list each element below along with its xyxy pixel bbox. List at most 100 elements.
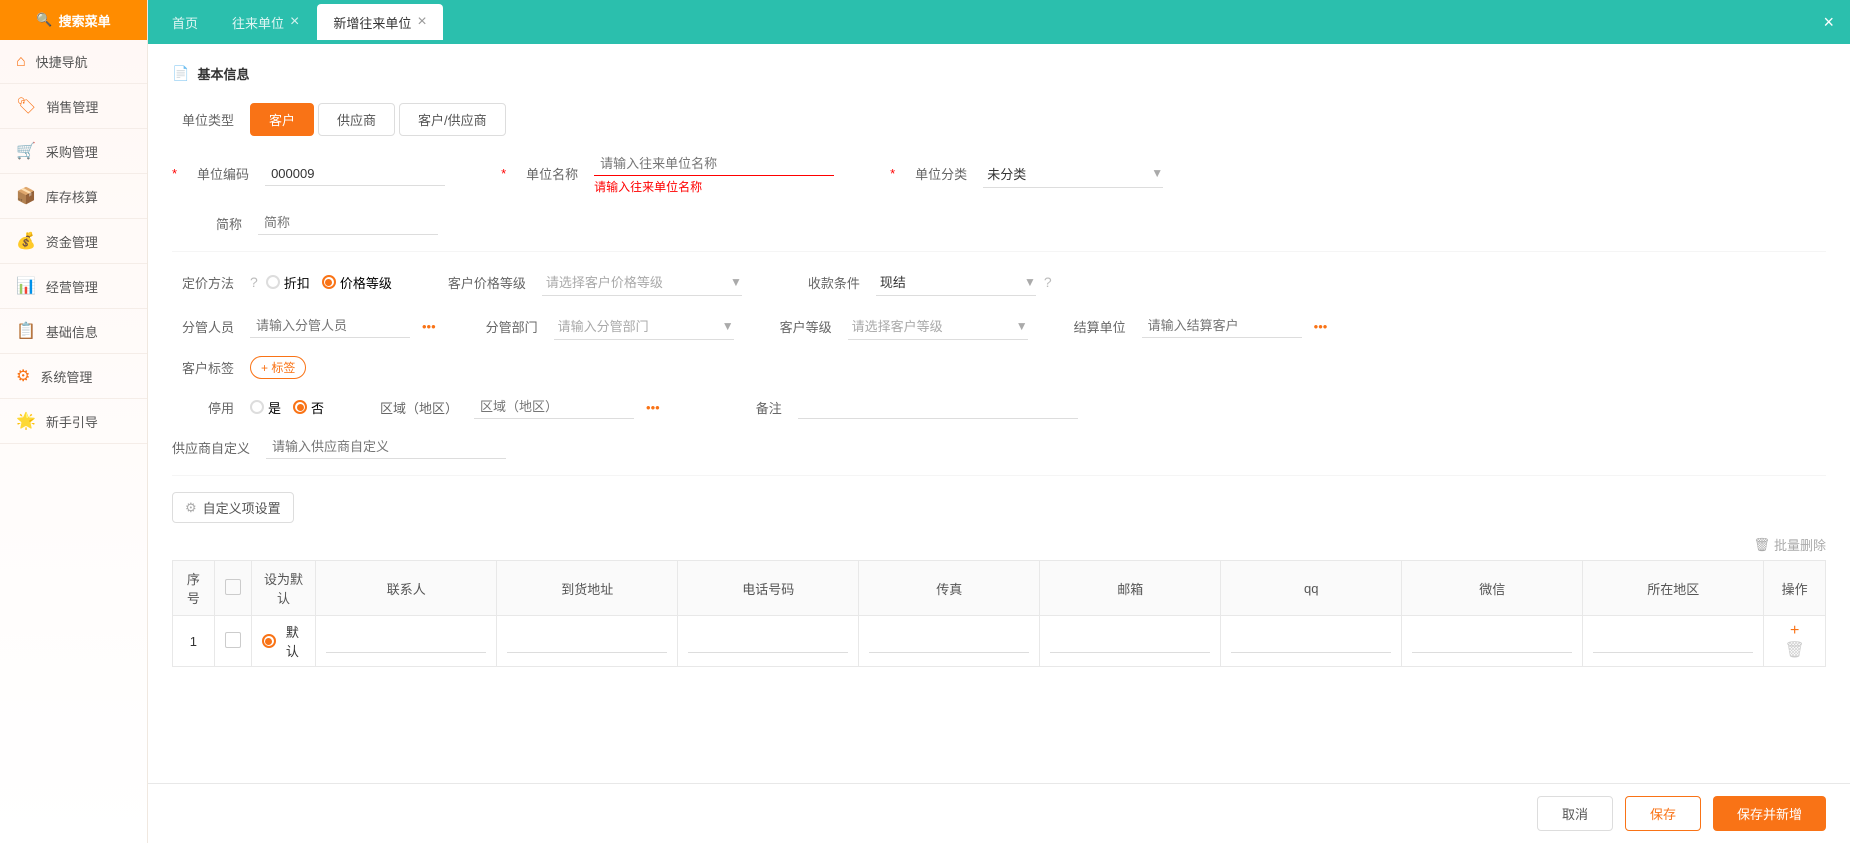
pricing-row: 定价方法 ? 折扣 价格等级 客户价格等级 请选择客户价格等级 ▼ 收款条件 [172,268,1826,296]
custom-settings-button[interactable]: ⚙ 自定义项设置 [172,492,294,523]
radio-no[interactable]: 否 [293,398,324,417]
sidebar-search[interactable]: 🔍 搜索菜单 [0,0,147,40]
radio-yes[interactable]: 是 [250,398,281,417]
customer-price-level-label: 客户价格等级 [448,273,534,292]
row-contact-input[interactable] [326,629,486,653]
sidebar-item-basic-info[interactable]: 📋 基础信息 [0,309,147,354]
finance-icon: 💰 [16,231,36,251]
add-tag-button[interactable]: + 标签 [250,356,306,379]
btn-customer[interactable]: 客户 [250,103,314,136]
tabs-bar: 首页 往来单位 × 新增往来单位 × × [148,0,1850,44]
row-email-input[interactable] [1050,629,1210,653]
payment-terms-select[interactable]: 现结 ▼ [876,268,1036,296]
settlement-label: 结算单位 [1064,317,1134,336]
unit-category-label: 单位分类 [905,164,975,183]
row-no: 1 [173,616,215,667]
row-fax[interactable] [859,616,1040,667]
sidebar-item-sales[interactable]: 🏷 销售管理 [0,84,147,129]
tabs-close-all[interactable]: × [1815,8,1842,37]
unit-category-select[interactable]: 未分类 ▼ [983,160,1163,188]
payment-help-icon[interactable]: ? [1044,274,1052,290]
radio-no-circle [293,400,307,414]
radio-yes-circle [250,400,264,414]
th-checkbox[interactable] [214,561,251,616]
row-wechat-input[interactable] [1412,629,1572,653]
basic-info-icon: 📋 [16,321,36,341]
btn-both[interactable]: 客户/供应商 [399,103,506,136]
tab-home[interactable]: 首页 [156,4,214,40]
region-input[interactable] [474,395,634,419]
sidebar-item-finance[interactable]: 💰 资金管理 [0,219,147,264]
row-address[interactable] [497,616,678,667]
short-name-input[interactable] [258,211,438,235]
unit-category-arrow: ▼ [1151,166,1163,180]
row-region-input[interactable] [1593,629,1753,653]
manager-input[interactable] [250,314,410,338]
row-add-btn[interactable]: + [1786,622,1803,639]
unit-name-input[interactable] [594,152,834,176]
select-all-checkbox[interactable] [225,579,241,595]
sidebar-item-newbie[interactable]: 🌟 新手引导 [0,399,147,444]
row-contact[interactable] [316,616,497,667]
row-qq-input[interactable] [1231,629,1391,653]
sidebar-item-operations[interactable]: 📊 经营管理 [0,264,147,309]
department-select[interactable]: 请输入分管部门 ▼ [554,312,734,340]
th-fax: 传真 [859,561,1040,616]
department-label: 分管部门 [476,317,546,336]
pricing-radio-group: 折扣 价格等级 [266,273,392,292]
row-checkbox-input[interactable] [225,632,241,648]
region-more-icon[interactable]: ••• [642,400,664,415]
tab-new-partner[interactable]: 新增往来单位 × [317,4,442,40]
settlement-input[interactable] [1142,314,1302,338]
row-phone[interactable] [678,616,859,667]
save-button[interactable]: 保存 [1625,796,1701,831]
quick-nav-icon: ⌂ [16,53,26,71]
inventory-icon: 📦 [16,186,36,206]
pricing-help-icon[interactable]: ? [250,274,258,290]
supplier-custom-input[interactable] [266,435,506,459]
batch-delete-area[interactable]: 🗑 批量删除 [172,535,1826,554]
btn-supplier[interactable]: 供应商 [318,103,395,136]
sidebar-item-quick-nav[interactable]: ⌂ 快捷导航 [0,40,147,84]
disable-radio-group: 是 否 [250,398,324,417]
unit-code-input[interactable] [265,162,445,186]
row-default-radio-circle [262,634,276,648]
pricing-label: 定价方法 [172,273,242,292]
sidebar-item-system[interactable]: ⚙ 系统管理 [0,354,147,399]
radio-discount[interactable]: 折扣 [266,273,310,292]
row-address-input[interactable] [507,629,667,653]
tab-partners-close[interactable]: × [290,14,299,30]
row-fax-input[interactable] [869,629,1029,653]
customer-price-level-arrow: ▼ [730,275,742,289]
system-icon: ⚙ [16,366,30,386]
manager-label: 分管人员 [172,317,242,336]
customer-tag-label: 客户标签 [172,358,242,377]
customer-level-select[interactable]: 请选择客户等级 ▼ [848,312,1028,340]
save-add-button[interactable]: 保存并新增 [1713,796,1826,831]
row-qq[interactable] [1221,616,1402,667]
row-del-btn[interactable]: 🗑 [1780,642,1808,659]
gear-icon: ⚙ [185,500,197,516]
row-region[interactable] [1583,616,1764,667]
row-checkbox[interactable] [214,616,251,667]
customer-price-level-select[interactable]: 请选择客户价格等级 ▼ [542,268,742,296]
cancel-button[interactable]: 取消 [1537,796,1613,831]
th-contact: 联系人 [316,561,497,616]
sidebar-item-inventory[interactable]: 📦 库存核算 [0,174,147,219]
th-wechat: 微信 [1402,561,1583,616]
row-default-radio[interactable]: 默认 [262,622,305,660]
section-icon: 📄 [172,65,189,82]
disable-row: 停用 是 否 区域（地区） ••• 备注 [172,395,1826,419]
manager-more-icon[interactable]: ••• [418,319,440,334]
unit-type-row: 单位类型 客户 供应商 客户/供应商 [172,103,1826,136]
remark-input[interactable] [798,395,1078,419]
row-phone-input[interactable] [688,629,848,653]
purchase-icon: 🛒 [16,141,36,161]
sidebar-item-purchase[interactable]: 🛒 采购管理 [0,129,147,174]
tab-partners[interactable]: 往来单位 × [216,4,315,40]
tab-new-partner-close[interactable]: × [417,14,426,30]
settlement-more-icon[interactable]: ••• [1310,319,1332,334]
row-email[interactable] [1040,616,1221,667]
row-wechat[interactable] [1402,616,1583,667]
radio-price-level[interactable]: 价格等级 [322,273,392,292]
